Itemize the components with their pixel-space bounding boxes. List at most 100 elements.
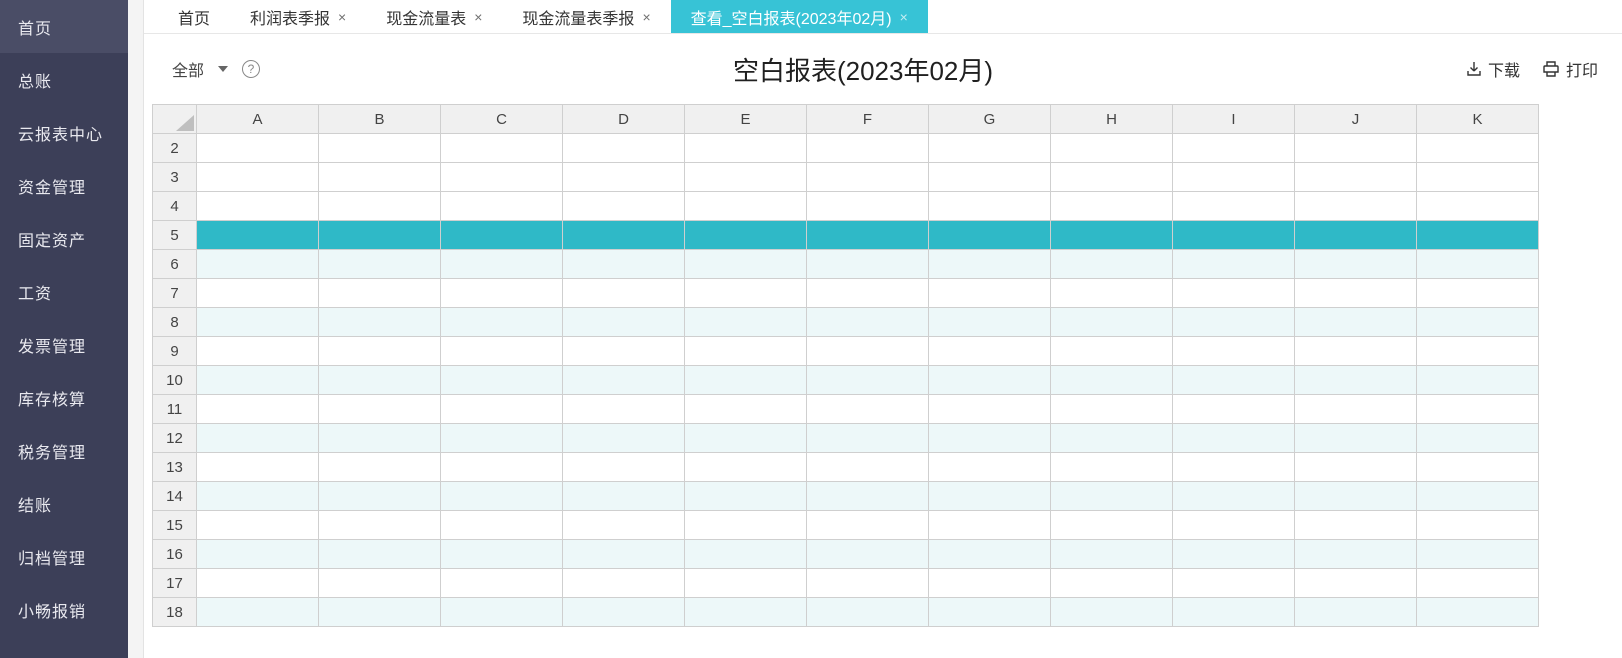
- cell-I12[interactable]: [1173, 424, 1295, 453]
- cell-H7[interactable]: [1051, 279, 1173, 308]
- cell-G17[interactable]: [929, 569, 1051, 598]
- cell-D13[interactable]: [563, 453, 685, 482]
- cell-G8[interactable]: [929, 308, 1051, 337]
- cell-E7[interactable]: [685, 279, 807, 308]
- cell-B6[interactable]: [319, 250, 441, 279]
- cell-E15[interactable]: [685, 511, 807, 540]
- sidebar-item-9[interactable]: 结账: [0, 477, 128, 530]
- cell-J10[interactable]: [1295, 366, 1417, 395]
- cell-I2[interactable]: [1173, 134, 1295, 163]
- sidebar-item-5[interactable]: 工资: [0, 265, 128, 318]
- cell-A14[interactable]: [197, 482, 319, 511]
- cell-G4[interactable]: [929, 192, 1051, 221]
- cell-H8[interactable]: [1051, 308, 1173, 337]
- close-icon[interactable]: ×: [338, 9, 346, 25]
- cell-G6[interactable]: [929, 250, 1051, 279]
- cell-E11[interactable]: [685, 395, 807, 424]
- cell-D15[interactable]: [563, 511, 685, 540]
- cell-J7[interactable]: [1295, 279, 1417, 308]
- cell-B16[interactable]: [319, 540, 441, 569]
- cell-B13[interactable]: [319, 453, 441, 482]
- cell-B11[interactable]: [319, 395, 441, 424]
- cell-B9[interactable]: [319, 337, 441, 366]
- cell-A13[interactable]: [197, 453, 319, 482]
- cell-G14[interactable]: [929, 482, 1051, 511]
- sidebar-item-0[interactable]: 首页: [0, 0, 128, 53]
- cell-B5[interactable]: [319, 221, 441, 250]
- cell-I16[interactable]: [1173, 540, 1295, 569]
- cell-I11[interactable]: [1173, 395, 1295, 424]
- cell-F16[interactable]: [807, 540, 929, 569]
- cell-F18[interactable]: [807, 598, 929, 627]
- column-header-K[interactable]: K: [1417, 105, 1539, 134]
- cell-J2[interactable]: [1295, 134, 1417, 163]
- cell-A4[interactable]: [197, 192, 319, 221]
- cell-A12[interactable]: [197, 424, 319, 453]
- cell-C11[interactable]: [441, 395, 563, 424]
- cell-E9[interactable]: [685, 337, 807, 366]
- cell-F8[interactable]: [807, 308, 929, 337]
- cell-C6[interactable]: [441, 250, 563, 279]
- cell-K2[interactable]: [1417, 134, 1539, 163]
- cell-G10[interactable]: [929, 366, 1051, 395]
- row-header[interactable]: 3: [153, 163, 197, 192]
- cell-D14[interactable]: [563, 482, 685, 511]
- cell-E16[interactable]: [685, 540, 807, 569]
- cell-H15[interactable]: [1051, 511, 1173, 540]
- cell-I8[interactable]: [1173, 308, 1295, 337]
- cell-H2[interactable]: [1051, 134, 1173, 163]
- cell-K10[interactable]: [1417, 366, 1539, 395]
- cell-K13[interactable]: [1417, 453, 1539, 482]
- cell-G2[interactable]: [929, 134, 1051, 163]
- row-header[interactable]: 14: [153, 482, 197, 511]
- cell-B10[interactable]: [319, 366, 441, 395]
- cell-H17[interactable]: [1051, 569, 1173, 598]
- cell-J11[interactable]: [1295, 395, 1417, 424]
- cell-D2[interactable]: [563, 134, 685, 163]
- cell-F12[interactable]: [807, 424, 929, 453]
- cell-H6[interactable]: [1051, 250, 1173, 279]
- row-header[interactable]: 13: [153, 453, 197, 482]
- sidebar-item-3[interactable]: 资金管理: [0, 159, 128, 212]
- cell-B17[interactable]: [319, 569, 441, 598]
- cell-F10[interactable]: [807, 366, 929, 395]
- cell-H10[interactable]: [1051, 366, 1173, 395]
- cell-D8[interactable]: [563, 308, 685, 337]
- cell-F2[interactable]: [807, 134, 929, 163]
- filter-label[interactable]: 全部: [172, 57, 204, 81]
- cell-D17[interactable]: [563, 569, 685, 598]
- cell-B3[interactable]: [319, 163, 441, 192]
- cell-E12[interactable]: [685, 424, 807, 453]
- cell-G16[interactable]: [929, 540, 1051, 569]
- cell-E17[interactable]: [685, 569, 807, 598]
- row-header[interactable]: 18: [153, 598, 197, 627]
- cell-D12[interactable]: [563, 424, 685, 453]
- cell-F14[interactable]: [807, 482, 929, 511]
- cell-H11[interactable]: [1051, 395, 1173, 424]
- cell-A10[interactable]: [197, 366, 319, 395]
- close-icon[interactable]: ×: [900, 9, 908, 25]
- column-header-B[interactable]: B: [319, 105, 441, 134]
- help-icon[interactable]: ?: [242, 60, 260, 78]
- cell-D5[interactable]: [563, 221, 685, 250]
- cell-F3[interactable]: [807, 163, 929, 192]
- row-header[interactable]: 5: [153, 221, 197, 250]
- cell-G3[interactable]: [929, 163, 1051, 192]
- cell-J4[interactable]: [1295, 192, 1417, 221]
- cell-K3[interactable]: [1417, 163, 1539, 192]
- cell-K16[interactable]: [1417, 540, 1539, 569]
- cell-H16[interactable]: [1051, 540, 1173, 569]
- tab-4[interactable]: 查看_空白报表(2023年02月)×: [671, 0, 928, 33]
- cell-E5[interactable]: [685, 221, 807, 250]
- cell-C5[interactable]: [441, 221, 563, 250]
- cell-J16[interactable]: [1295, 540, 1417, 569]
- cell-K15[interactable]: [1417, 511, 1539, 540]
- cell-K4[interactable]: [1417, 192, 1539, 221]
- cell-F9[interactable]: [807, 337, 929, 366]
- cell-I14[interactable]: [1173, 482, 1295, 511]
- cell-G15[interactable]: [929, 511, 1051, 540]
- column-header-I[interactable]: I: [1173, 105, 1295, 134]
- cell-C10[interactable]: [441, 366, 563, 395]
- cell-K8[interactable]: [1417, 308, 1539, 337]
- tab-1[interactable]: 利润表季报×: [230, 0, 366, 33]
